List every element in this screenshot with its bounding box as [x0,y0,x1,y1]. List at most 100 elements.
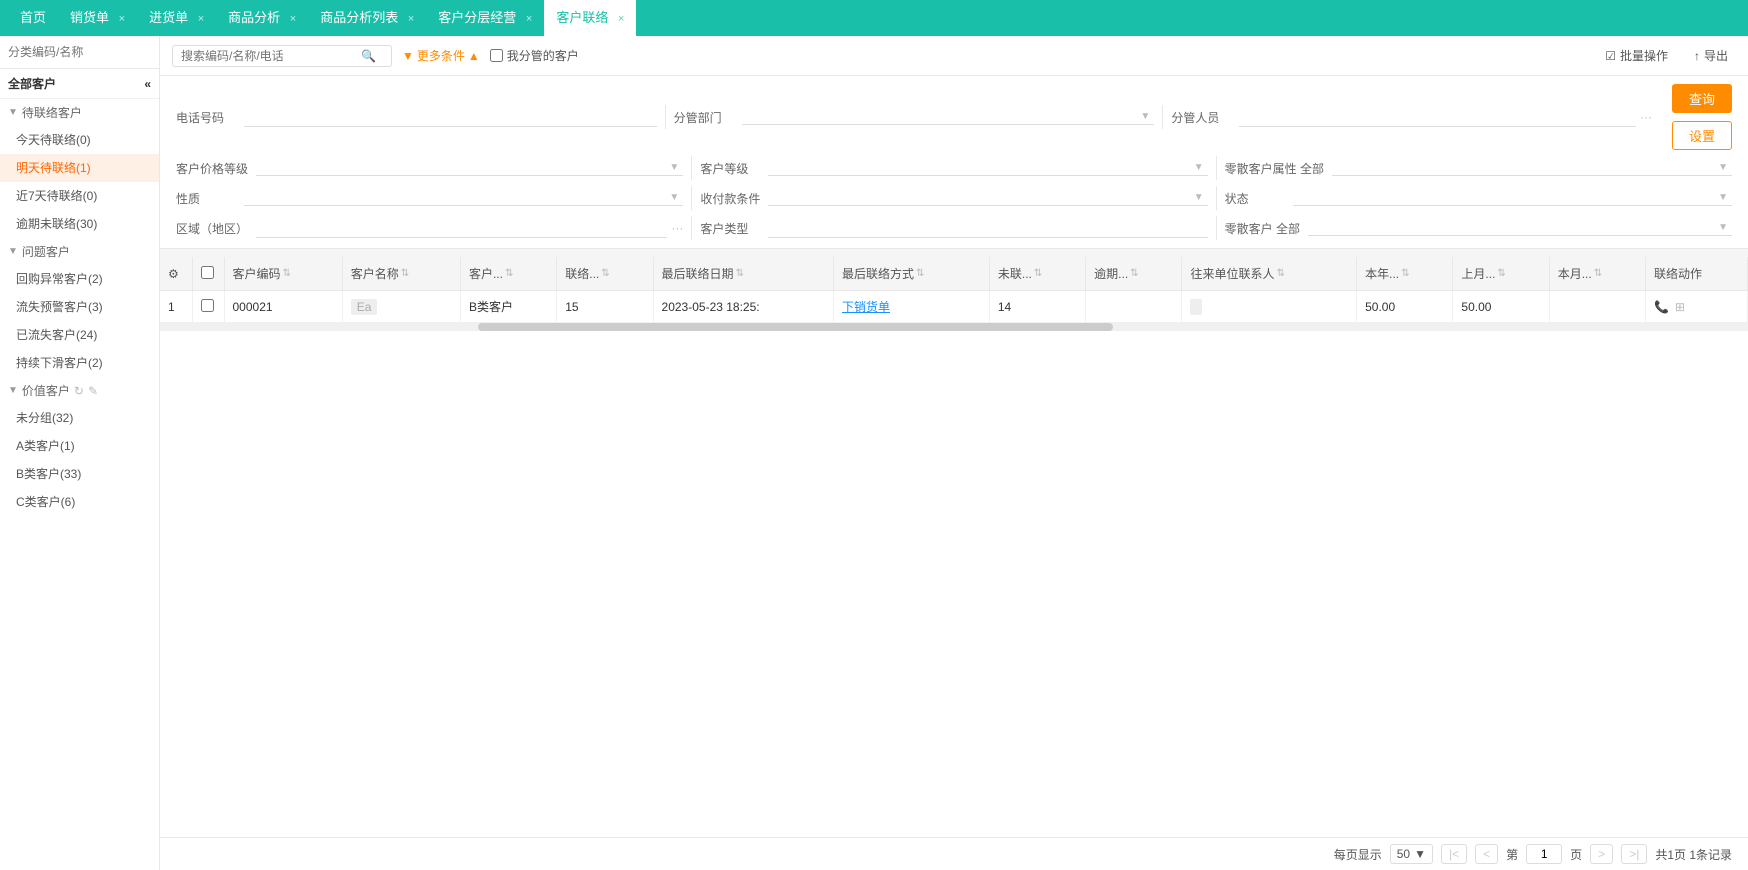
sidebar-item-7days[interactable]: 近7天待联络(0) [0,182,159,210]
chevron-down-icon: ▼ [1718,222,1728,233]
sort-icon: ⇅ [1594,268,1602,279]
sidebar-item-today[interactable]: 今天待联络(0) [0,126,159,154]
nav-product-list[interactable]: 商品分析列表 × [308,0,426,36]
table-row: 1 000021 Ea B类客户 15 2023-05-23 18:25: 下销… [160,291,1748,323]
search-icon[interactable]: 🔍 [361,49,376,63]
nav-customer-contact[interactable]: 客户联络 × [544,0,636,36]
sidebar-item-overdue[interactable]: 逾期未联络(30) [0,210,159,238]
td-name: Ea [342,291,460,323]
close-icon[interactable]: × [408,13,414,25]
td-this-month [1549,291,1645,323]
select-all-check[interactable] [201,266,214,279]
sidebar-item-ungrouped[interactable]: 未分组(32) [0,404,159,432]
filter-dept-select[interactable]: ▼ [742,109,1155,125]
section-pending-label: 待联络客户 [22,104,82,121]
dots-icon[interactable]: ··· [1640,110,1652,124]
setting-btn[interactable]: 设置 [1672,121,1732,150]
next-page-btn[interactable]: > [1590,844,1613,864]
action-buttons: 查询 设置 [1672,84,1732,150]
filter-cust-type-input[interactable] [768,219,1207,238]
more-filter-btn[interactable]: ▼ 更多条件 ▲ [402,47,480,64]
filter-cust-level: 客户等级 ▼ [700,160,1207,177]
filter-cust-level-select[interactable]: ▼ [768,160,1207,176]
search-input[interactable] [181,49,361,63]
all-customers-btn[interactable]: 全部客户 « [0,69,159,99]
sidebar-item-b-class[interactable]: B类客户(33) [0,460,159,488]
th-year: 本年...⇅ [1357,257,1453,291]
scroll-track[interactable] [160,323,1748,331]
section-problem-customers[interactable]: ▼ 问题客户 [0,238,159,265]
filter-cust-level-label: 客户等级 [700,160,760,177]
filter-price-select[interactable]: ▼ [256,160,683,176]
nav-customer-tier[interactable]: 客户分层经营 × [426,0,544,36]
close-icon[interactable]: × [526,13,532,25]
filter-region-input[interactable] [256,219,667,238]
settings-icon[interactable]: ⚙ [168,267,179,281]
sidebar-item-churn-warning[interactable]: 流失预警客户(3) [0,293,159,321]
section-pending-contact[interactable]: ▼ 待联络客户 [0,99,159,126]
divider [1216,186,1217,210]
nav-sales[interactable]: 销货单 × [58,0,137,36]
sidebar-item-tomorrow[interactable]: 明天待联络(1) [0,154,159,182]
section-value-customers[interactable]: ▼ 价值客户 ↻ ✎ [0,377,159,404]
filter-status-label: 状态 [1225,190,1285,207]
section-value-label: 价值客户 [22,382,70,399]
filter-phone-input[interactable] [244,108,657,127]
last-method-link[interactable]: 下销货单 [842,300,890,314]
divider [1216,156,1217,180]
scroll-thumb[interactable] [478,323,1113,331]
td-index: 1 [160,291,192,323]
sidebar: 🔍 全部客户 « ▼ 待联络客户 今天待联络(0) 明天待联络(1) 近7天待联… [0,36,160,870]
sidebar-item-declining[interactable]: 持续下滑客户(2) [0,349,159,377]
phone-icon[interactable]: 📞 [1654,300,1669,314]
filter-manager-input[interactable] [1239,108,1636,127]
customer-table: ⚙ 客户编码⇅ 客户名称⇅ 客户...⇅ 联络...⇅ 最后联络日期⇅ 最后联络… [160,257,1748,323]
my-customers-checkbox[interactable]: 我分管的客户 [490,47,579,64]
page-size-value: 50 [1397,847,1410,861]
filter-payment-select[interactable]: ▼ [768,190,1207,206]
my-customers-check[interactable] [490,49,503,62]
filter-icon: ▼ [402,49,414,63]
filter-status-select[interactable]: ▼ [1293,190,1732,206]
sidebar-item-abnormal[interactable]: 回购异常客户(2) [0,265,159,293]
td-last-month: 50.00 [1453,291,1549,323]
page-size-select[interactable]: 50 ▼ [1390,844,1433,864]
page-input[interactable] [1526,844,1562,864]
row-check[interactable] [201,299,214,312]
close-icon[interactable]: × [119,13,125,25]
filter-region-label: 区域（地区） [176,220,248,237]
close-icon[interactable]: × [618,13,624,25]
filter-status: 状态 ▼ [1225,190,1732,207]
last-page-btn[interactable]: >| [1621,844,1647,864]
refresh-icon[interactable]: ↻ [74,384,84,398]
prev-page-btn[interactable]: < [1475,844,1498,864]
th-last-month: 上月...⇅ [1453,257,1549,291]
filter-scatter-select[interactable]: ▼ [1332,160,1732,176]
th-check [192,257,224,291]
masked-name: Ea [351,299,378,315]
grid-icon[interactable]: ⊞ [1675,300,1685,314]
section-problem-label: 问题客户 [22,243,70,260]
sidebar-item-a-class[interactable]: A类客户(1) [0,432,159,460]
query-btn[interactable]: 查询 [1672,84,1732,113]
export-btn[interactable]: ↑ 导出 [1686,44,1736,67]
close-icon[interactable]: × [290,13,296,25]
td-contact-person [1182,291,1357,323]
nav-product-analysis[interactable]: 商品分析 × [216,0,308,36]
sidebar-search-input[interactable] [8,45,160,59]
sidebar-item-c-class[interactable]: C类客户(6) [0,488,159,516]
collapse-icon: « [144,77,151,91]
dots-icon[interactable]: ··· [671,221,683,235]
edit-icon[interactable]: ✎ [88,384,98,398]
sidebar-item-churned[interactable]: 已流失客户(24) [0,321,159,349]
td-contact-count: 15 [557,291,653,323]
batch-btn[interactable]: ☑ 批量操作 [1597,44,1676,67]
filter-scatter-cust-select[interactable]: ▼ [1308,220,1732,236]
nav-home[interactable]: 首页 [8,0,58,36]
filter-nature-select[interactable]: ▼ [244,190,683,206]
export-icon: ↑ [1694,49,1700,63]
close-icon[interactable]: × [198,13,204,25]
data-table-wrap: ⚙ 客户编码⇅ 客户名称⇅ 客户...⇅ 联络...⇅ 最后联络日期⇅ 最后联络… [160,257,1748,837]
nav-purchase[interactable]: 进货单 × [137,0,216,36]
first-page-btn[interactable]: |< [1441,844,1467,864]
